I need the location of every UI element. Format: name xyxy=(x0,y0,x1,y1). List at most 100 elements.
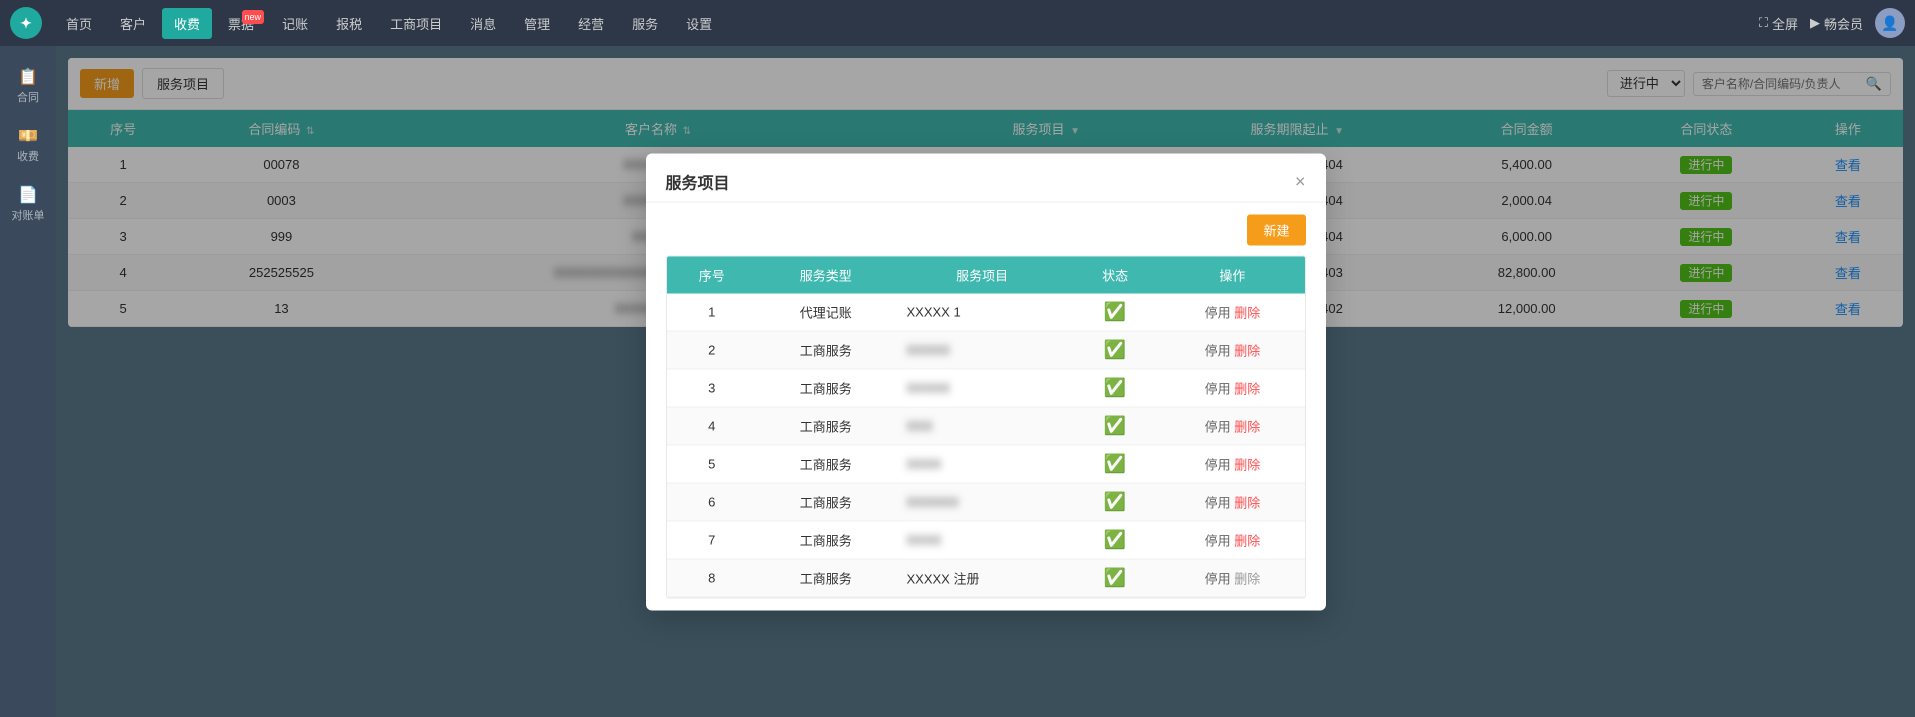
play-icon: ▶ xyxy=(1810,15,1820,31)
stop-button[interactable]: 停用 xyxy=(1205,568,1231,587)
user-avatar[interactable]: 👤 xyxy=(1875,8,1905,38)
list-item: 6 工商服务 XXXXXX ✅ 停用 删除 xyxy=(667,483,1305,521)
fullscreen-button[interactable]: ⛶ 全屏 xyxy=(1759,14,1798,33)
list-item: 1 代理记账 XXXXX 1 ✅ 停用 删除 xyxy=(667,293,1305,331)
modal-cell-action: 停用 删除 xyxy=(1160,559,1304,597)
modal-cell-seq: 2 xyxy=(667,331,757,369)
delete-button[interactable]: 删除 xyxy=(1234,416,1260,435)
modal-cell-item: XXXXX 1 xyxy=(894,293,1069,331)
modal-cell-item: XXXXX 注册 xyxy=(894,559,1069,597)
modal-service-table: 序号 服务类型 服务项目 状态 操作 1 代理记账 XXXXX 1 ✅ 停用 xyxy=(667,256,1305,597)
modal-cell-item: XXXX xyxy=(894,445,1069,483)
status-check-icon: ✅ xyxy=(1104,301,1126,321)
modal-cell-seq: 4 xyxy=(667,407,757,445)
stop-button[interactable]: 停用 xyxy=(1205,340,1231,359)
nav-message[interactable]: 消息 xyxy=(458,8,508,39)
modal-toolbar: 新建 xyxy=(666,214,1306,255)
modal-new-button[interactable]: 新建 xyxy=(1247,214,1305,245)
sidebar-item-fee[interactable]: 💴 收费 xyxy=(0,115,56,174)
modal-cell-item: XXX xyxy=(894,407,1069,445)
delete-button[interactable]: 删除 xyxy=(1234,454,1260,473)
modal-cell-item: XXXXXX xyxy=(894,483,1069,521)
modal-cell-status: ✅ xyxy=(1070,293,1160,331)
modal-cell-status: ✅ xyxy=(1070,559,1160,597)
member-button[interactable]: ▶ 畅会员 xyxy=(1810,14,1863,33)
modal-cell-type: 工商服务 xyxy=(757,483,895,521)
nav-customer[interactable]: 客户 xyxy=(108,8,158,39)
statement-icon: 📄 xyxy=(17,184,39,206)
status-check-icon: ✅ xyxy=(1104,529,1126,549)
nav-manage[interactable]: 管理 xyxy=(512,8,562,39)
app-logo: ✦ xyxy=(10,7,42,39)
list-item: 4 工商服务 XXX ✅ 停用 删除 xyxy=(667,407,1305,445)
modal-cell-status: ✅ xyxy=(1070,407,1160,445)
stop-button[interactable]: 停用 xyxy=(1205,416,1231,435)
modal-cell-seq: 3 xyxy=(667,369,757,407)
modal-cell-item: XXXX xyxy=(894,521,1069,559)
modal-table-wrap[interactable]: 序号 服务类型 服务项目 状态 操作 1 代理记账 XXXXX 1 ✅ 停用 xyxy=(666,255,1306,598)
modal-cell-type: 代理记账 xyxy=(757,293,895,331)
delete-button[interactable]: 删除 xyxy=(1234,302,1260,321)
modal-col-status: 状态 xyxy=(1070,256,1160,293)
service-items-modal: 服务项目 × 新建 序号 服务类型 服务项目 状态 xyxy=(646,153,1326,610)
modal-cell-status: ✅ xyxy=(1070,369,1160,407)
modal-header: 服务项目 × xyxy=(646,153,1326,202)
sidebar-label-contract: 合同 xyxy=(17,92,39,105)
nav-bookkeeping[interactable]: 记账 xyxy=(270,8,320,39)
modal-cell-action: 停用 删除 xyxy=(1160,331,1304,369)
list-item: 2 工商服务 XXXXX ✅ 停用 删除 xyxy=(667,331,1305,369)
modal-cell-type: 工商服务 xyxy=(757,369,895,407)
top-navigation: ✦ 首页 客户 收费 票据 new 记账 报税 工商项目 消息 管理 经营 服务… xyxy=(0,0,1915,46)
modal-cell-type: 工商服务 xyxy=(757,331,895,369)
stop-button[interactable]: 停用 xyxy=(1205,492,1231,511)
content-area: 新增 服务项目 进行中 已完成 已终止 🔍 xyxy=(56,46,1915,717)
left-sidebar: 📋 合同 💴 收费 📄 对账单 xyxy=(0,46,56,717)
modal-cell-type: 工商服务 xyxy=(757,407,895,445)
modal-cell-seq: 7 xyxy=(667,521,757,559)
nav-service[interactable]: 服务 xyxy=(620,8,670,39)
modal-close-button[interactable]: × xyxy=(1295,172,1306,190)
nav-settings[interactable]: 设置 xyxy=(674,8,724,39)
list-item: 5 工商服务 XXXX ✅ 停用 删除 xyxy=(667,445,1305,483)
delete-button[interactable]: 删除 xyxy=(1234,530,1260,549)
delete-button[interactable]: 删除 xyxy=(1234,492,1260,511)
modal-cell-type: 工商服务 xyxy=(757,521,895,559)
sidebar-item-statement[interactable]: 📄 对账单 xyxy=(0,174,56,233)
stop-button[interactable]: 停用 xyxy=(1205,302,1231,321)
modal-cell-status: ✅ xyxy=(1070,483,1160,521)
sidebar-label-statement: 对账单 xyxy=(12,210,45,223)
stop-button[interactable]: 停用 xyxy=(1205,454,1231,473)
modal-body: 新建 序号 服务类型 服务项目 状态 操作 xyxy=(646,202,1326,610)
delete-button[interactable]: 删除 xyxy=(1234,378,1260,397)
status-check-icon: ✅ xyxy=(1104,415,1126,435)
modal-col-type: 服务类型 xyxy=(757,256,895,293)
delete-button[interactable]: 删除 xyxy=(1234,568,1260,587)
modal-cell-item: XXXXX xyxy=(894,369,1069,407)
modal-cell-type: 工商服务 xyxy=(757,445,895,483)
status-check-icon: ✅ xyxy=(1104,491,1126,511)
modal-cell-action: 停用 删除 xyxy=(1160,407,1304,445)
nav-operation[interactable]: 经营 xyxy=(566,8,616,39)
nav-invoice[interactable]: 票据 new xyxy=(216,8,266,39)
fee-icon: 💴 xyxy=(17,125,39,147)
sidebar-label-fee: 收费 xyxy=(17,151,39,164)
status-check-icon: ✅ xyxy=(1104,377,1126,397)
list-item: 7 工商服务 XXXX ✅ 停用 删除 xyxy=(667,521,1305,559)
delete-button[interactable]: 删除 xyxy=(1234,340,1260,359)
nav-tax[interactable]: 报税 xyxy=(324,8,374,39)
fullscreen-icon: ⛶ xyxy=(1759,15,1768,31)
modal-col-action: 操作 xyxy=(1160,256,1304,293)
nav-business[interactable]: 工商项目 xyxy=(378,8,454,39)
modal-cell-item: XXXXX xyxy=(894,331,1069,369)
stop-button[interactable]: 停用 xyxy=(1205,378,1231,397)
stop-button[interactable]: 停用 xyxy=(1205,530,1231,549)
nav-fee[interactable]: 收费 xyxy=(162,8,212,39)
modal-cell-seq: 8 xyxy=(667,559,757,597)
sidebar-item-contract[interactable]: 📋 合同 xyxy=(0,56,56,115)
modal-cell-action: 停用 删除 xyxy=(1160,445,1304,483)
nav-home[interactable]: 首页 xyxy=(54,8,104,39)
main-layout: 📋 合同 💴 收费 📄 对账单 新增 服务项目 进行中 已完成 已终止 xyxy=(0,46,1915,717)
modal-cell-action: 停用 删除 xyxy=(1160,521,1304,559)
modal-cell-type: 工商服务 xyxy=(757,559,895,597)
status-check-icon: ✅ xyxy=(1104,339,1126,359)
